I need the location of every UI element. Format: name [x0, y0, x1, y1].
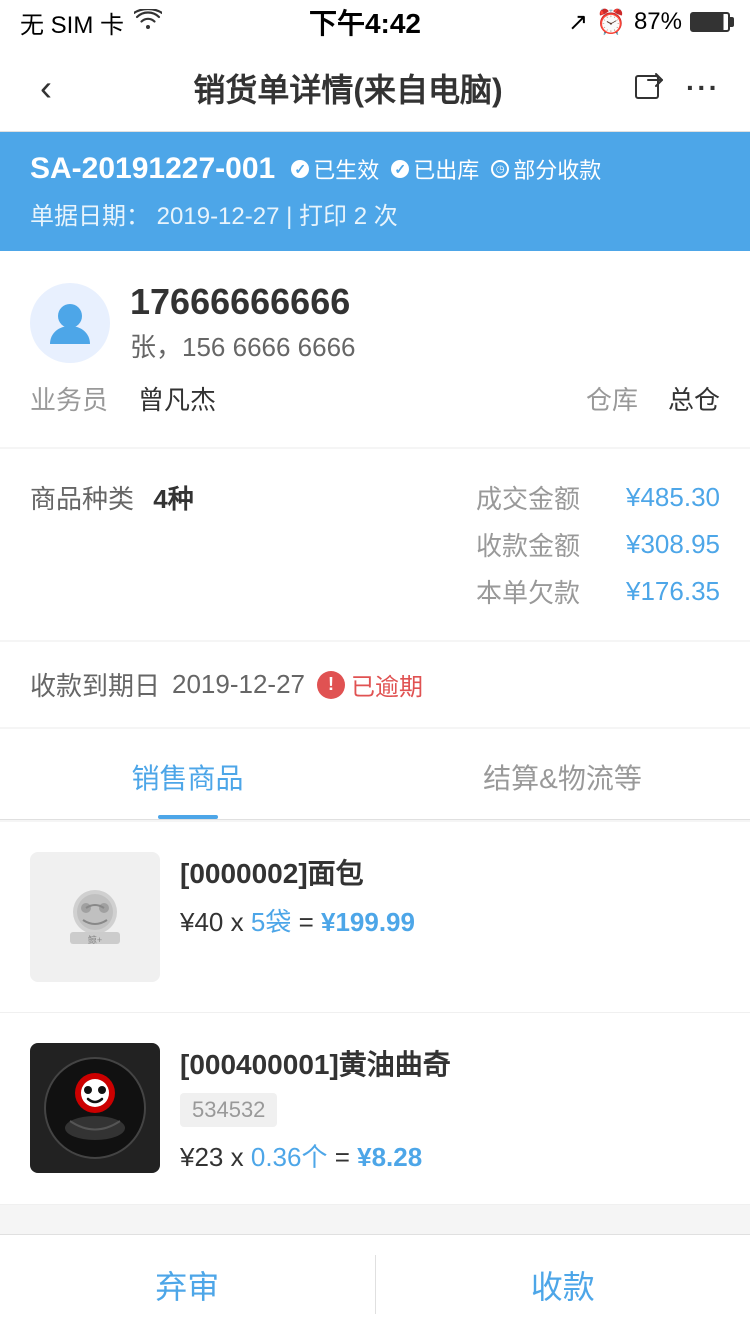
product-list: 鲸+ [0000002]面包 ¥40 x 5袋 = ¥199.99: [0, 822, 750, 1205]
list-item: [000400001]黄油曲奇 534532 ¥23 x 0.36个 = ¥8.…: [0, 1013, 750, 1205]
deal-amount: ¥485.30: [600, 482, 720, 513]
product-price-2: ¥23 x 0.36个 = ¥8.28: [180, 1137, 720, 1174]
check-icon-effective: ✓: [291, 160, 309, 178]
badge-payment: ◷ 部分收款: [491, 153, 601, 185]
status-time: 下午4:42: [309, 2, 421, 42]
due-label: 收款到期日: [30, 666, 160, 703]
overdue-badge: ! 已逾期: [317, 667, 423, 702]
location-icon: ↗: [568, 8, 588, 37]
carrier-label: 无 SIM 卡: [20, 5, 124, 40]
summary-section: 商品种类 4种 成交金额 ¥485.30 收款金额 ¥308.95 本单欠款 ¥…: [0, 449, 750, 640]
pay-row: 收款金额 ¥308.95: [476, 526, 720, 563]
debt-label: 本单欠款: [476, 573, 580, 610]
summary-left: 商品种类 4种: [30, 479, 194, 610]
tab-sales-products[interactable]: 销售商品: [0, 729, 375, 819]
battery-label: 87%: [634, 8, 682, 36]
product-info-2: [000400001]黄油曲奇 534532 ¥23 x 0.36个 = ¥8.…: [180, 1043, 720, 1174]
status-badges: ✓ 已生效 ✓ 已出库 ◷ 部分收款: [291, 153, 601, 185]
deal-row: 成交金额 ¥485.30: [476, 479, 720, 516]
customer-section: 17666666666 张，156 6666 6666 业务员 曾凡杰 仓库 总…: [0, 251, 750, 447]
tab-settlement[interactable]: 结算&物流等: [375, 729, 750, 819]
badge-shipped: ✓ 已出库: [391, 153, 479, 185]
pay-label: 收款金额: [476, 526, 580, 563]
nav-actions: ···: [634, 68, 720, 108]
tabs-section: 销售商品 结算&物流等: [0, 729, 750, 820]
badge-effective: ✓ 已生效: [291, 153, 379, 185]
customer-row: 17666666666 张，156 6666 6666: [30, 281, 720, 364]
customer-info: 17666666666 张，156 6666 6666: [130, 281, 356, 364]
page-title: 销货单详情(来自电脑): [193, 65, 502, 111]
due-section: 收款到期日 2019-12-27 ! 已逾期: [0, 642, 750, 727]
nav-bar: ‹ 销货单详情(来自电脑) ···: [0, 44, 750, 132]
product-name-1: [0000002]面包: [180, 852, 720, 892]
battery-icon: [690, 12, 730, 32]
list-item: 鲸+ [0000002]面包 ¥40 x 5袋 = ¥199.99: [0, 822, 750, 1013]
product-thumb-2: [30, 1043, 160, 1173]
category-count: 4种: [153, 484, 193, 514]
status-left: 无 SIM 卡: [20, 5, 162, 40]
wifi-icon: [134, 8, 162, 36]
sales-name: 曾凡杰: [138, 380, 216, 417]
product-price-1: ¥40 x 5袋 = ¥199.99: [180, 902, 720, 939]
share-button[interactable]: [634, 68, 666, 108]
order-id: SA-20191227-001: [30, 152, 275, 186]
info-row: 业务员 曾凡杰 仓库 总仓: [30, 380, 720, 417]
customer-name: 张，156 6666 6666: [130, 327, 356, 364]
customer-id: 17666666666: [130, 281, 356, 323]
header-banner: SA-20191227-001 ✓ 已生效 ✓ 已出库 ◷ 部分收款 单据日期：…: [0, 132, 750, 251]
banner-top: SA-20191227-001 ✓ 已生效 ✓ 已出库 ◷ 部分收款: [30, 152, 720, 186]
status-bar: 无 SIM 卡 下午4:42 ↗ ⏰ 87%: [0, 0, 750, 44]
clock-icon: ◷: [491, 160, 509, 178]
debt-row: 本单欠款 ¥176.35: [476, 573, 720, 610]
sales-label: 业务员: [30, 380, 108, 417]
bottom-bar: 弃审 收款: [0, 1234, 750, 1334]
status-right: ↗ ⏰ 87%: [568, 8, 730, 37]
alarm-icon: ⏰: [596, 8, 626, 37]
warehouse-label: 仓库: [586, 380, 638, 417]
summary-right: 成交金额 ¥485.30 收款金额 ¥308.95 本单欠款 ¥176.35: [476, 479, 720, 610]
svg-text:鲸+: 鲸+: [88, 934, 102, 945]
debt-amount: ¥176.35: [600, 576, 720, 607]
banner-date: 单据日期： 2019-12-27 | 打印 2 次: [30, 196, 720, 231]
warehouse-name: 总仓: [668, 380, 720, 417]
cancel-button[interactable]: 弃审: [0, 1235, 375, 1334]
overdue-label: 已逾期: [351, 667, 423, 702]
avatar: [30, 283, 110, 363]
check-icon-shipped: ✓: [391, 160, 409, 178]
product-info-1: [0000002]面包 ¥40 x 5袋 = ¥199.99: [180, 852, 720, 939]
tabs-row: 销售商品 结算&物流等: [0, 729, 750, 820]
product-thumb-1: 鲸+: [30, 852, 160, 982]
pay-amount: ¥308.95: [600, 529, 720, 560]
product-sku-2: 534532: [180, 1093, 277, 1127]
confirm-button[interactable]: 收款: [376, 1235, 750, 1334]
deal-label: 成交金额: [476, 479, 580, 516]
back-button[interactable]: ‹: [30, 57, 62, 119]
more-button[interactable]: ···: [686, 72, 720, 104]
overdue-icon: !: [317, 671, 345, 699]
due-date: 2019-12-27: [172, 669, 305, 700]
product-name-2: [000400001]黄油曲奇: [180, 1043, 720, 1083]
